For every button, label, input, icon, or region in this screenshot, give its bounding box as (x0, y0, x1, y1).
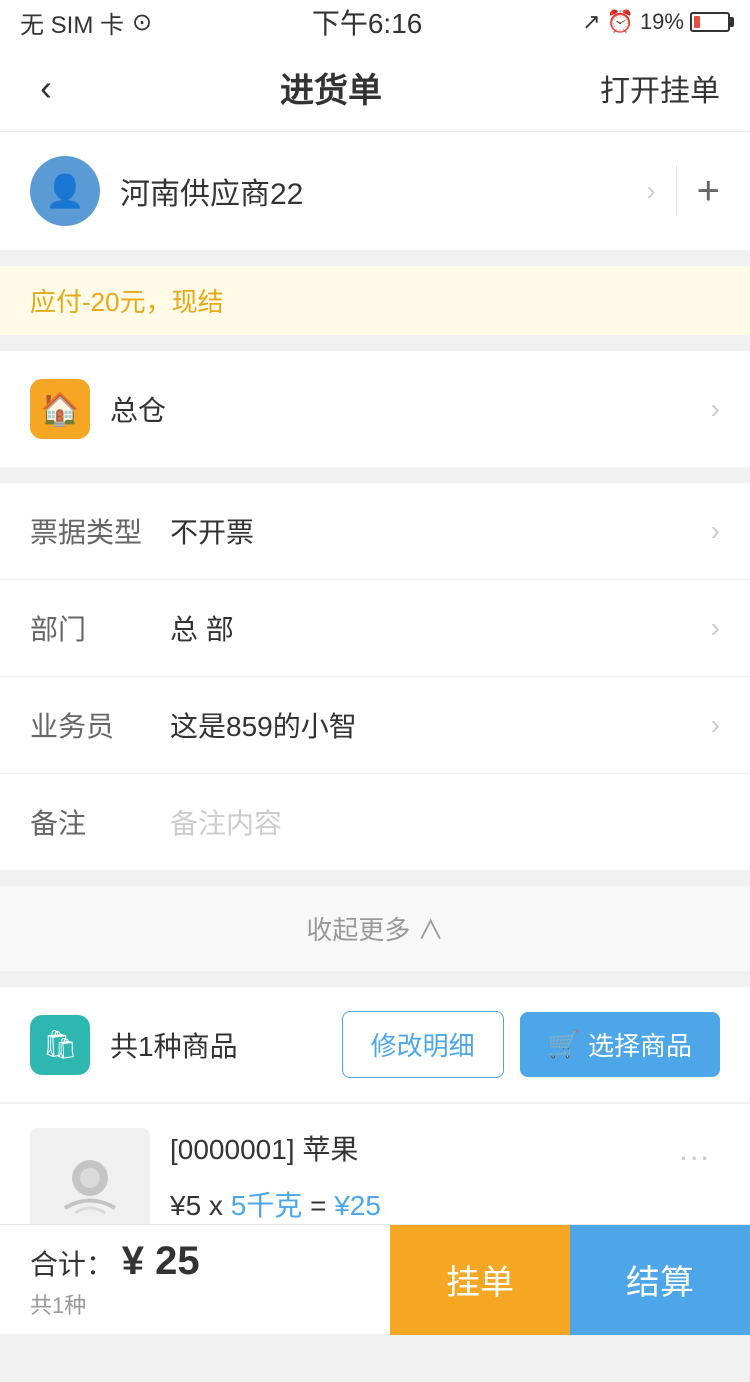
product-more-button[interactable]: ··· (668, 1128, 720, 1185)
remark-label: 备注 (30, 802, 170, 842)
product-list-icon: 🛍 (30, 1015, 90, 1075)
product-thumb-icon (50, 1148, 130, 1228)
equals-sign: = (310, 1190, 334, 1221)
checkout-button[interactable]: 结算 (570, 1225, 750, 1335)
total-count: 共1种 (30, 1288, 360, 1320)
supplier-name: 河南供应商22 (100, 169, 646, 213)
dept-value: 总 部 (170, 608, 711, 648)
ticket-chevron-icon: › (711, 515, 720, 547)
nav-bar: ‹ 进货单 打开挂单 (0, 44, 750, 132)
salesman-row[interactable]: 业务员 这是859的小智 › (0, 677, 750, 774)
dept-row[interactable]: 部门 总 部 › (0, 580, 750, 677)
edit-detail-button[interactable]: 修改明细 (342, 1011, 504, 1078)
salesman-chevron-icon: › (711, 709, 720, 741)
supplier-chevron-icon: › (646, 175, 655, 207)
open-pending-button[interactable]: 打开挂单 (600, 66, 720, 110)
ticket-type-value: 不开票 (170, 511, 711, 551)
select-product-label: 选择商品 (588, 1026, 692, 1063)
remark-row[interactable]: 备注 备注内容 (0, 774, 750, 870)
remark-placeholder: 备注内容 (170, 802, 720, 842)
pending-label: 挂单 (446, 1255, 514, 1304)
unit-price: ¥5 x (170, 1190, 231, 1221)
product-count-label: 共1种商品 (110, 1025, 342, 1065)
location-icon: ↗ (582, 9, 600, 35)
dept-chevron-icon: › (711, 612, 720, 644)
battery-pct: 19% (640, 9, 684, 35)
checkout-label: 结算 (626, 1255, 694, 1304)
product-info: [0000001] 苹果 ¥5 x 5千克 = ¥25 (170, 1128, 648, 1224)
salesman-value: 这是859的小智 (170, 705, 711, 745)
avatar-icon: 👤 (45, 172, 85, 210)
status-right: ↗ ⏰ 19% (582, 9, 730, 35)
carrier-label: 无 SIM 卡 (20, 5, 124, 40)
battery-icon (690, 12, 730, 32)
product-price: ¥5 x 5千克 = ¥25 (170, 1184, 648, 1224)
warehouse-section: 🏠 总仓 › (0, 351, 750, 467)
ticket-type-label: 票据类型 (30, 511, 170, 551)
product-name: [0000001] 苹果 (170, 1128, 648, 1168)
page-title: 进货单 (280, 63, 382, 112)
collapse-label: 收起更多 ∧ (306, 910, 443, 947)
salesman-label: 业务员 (30, 705, 170, 745)
total-section: 合计： ¥ 25 共1种 (0, 1239, 390, 1320)
dept-label: 部门 (30, 608, 170, 648)
supplier-section: 👤 河南供应商22 › + (0, 132, 750, 250)
warehouse-name: 总仓 (110, 389, 711, 429)
total-price: ¥25 (334, 1190, 381, 1221)
warehouse-icon: 🏠 (30, 379, 90, 439)
total-label: 合计： (30, 1249, 114, 1280)
status-left: 无 SIM 卡 ⊙ (20, 5, 152, 40)
select-product-button[interactable]: 🛒 选择商品 (520, 1012, 720, 1077)
quantity: 5千克 (231, 1190, 303, 1221)
cart-icon: 🛒 (548, 1029, 580, 1060)
supplier-row[interactable]: 👤 河南供应商22 › + (0, 132, 750, 250)
shopping-bag-icon: 🛍 (42, 1028, 78, 1061)
status-bar: 无 SIM 卡 ⊙ 下午6:16 ↗ ⏰ 19% (0, 0, 750, 44)
pending-button[interactable]: 挂单 (390, 1225, 570, 1335)
total-line: 合计： ¥ 25 (30, 1239, 360, 1284)
product-title: 苹果 (302, 1134, 358, 1165)
supplier-avatar: 👤 (30, 156, 100, 226)
ticket-type-row[interactable]: 票据类型 不开票 › (0, 483, 750, 580)
total-amount: ¥ 25 (122, 1239, 200, 1283)
back-button[interactable]: ‹ (30, 57, 62, 119)
wifi-icon: ⊙ (132, 8, 152, 37)
product-code: [0000001] (170, 1134, 302, 1165)
add-button[interactable]: + (697, 169, 720, 214)
collapse-button[interactable]: 收起更多 ∧ (0, 886, 750, 971)
warehouse-chevron-icon: › (711, 393, 720, 425)
bottom-bar: 合计： ¥ 25 共1种 挂单 结算 (0, 1224, 750, 1334)
status-time: 下午6:16 (312, 2, 423, 42)
alarm-icon: ⏰ (607, 9, 634, 35)
form-section: 票据类型 不开票 › 部门 总 部 › 业务员 这是859的小智 › 备注 备注… (0, 483, 750, 870)
warehouse-row[interactable]: 🏠 总仓 › (0, 351, 750, 467)
product-header: 🛍 共1种商品 修改明细 🛒 选择商品 (0, 987, 750, 1102)
divider (676, 166, 677, 216)
notice-bar: 应付-20元，现结 (0, 266, 750, 335)
